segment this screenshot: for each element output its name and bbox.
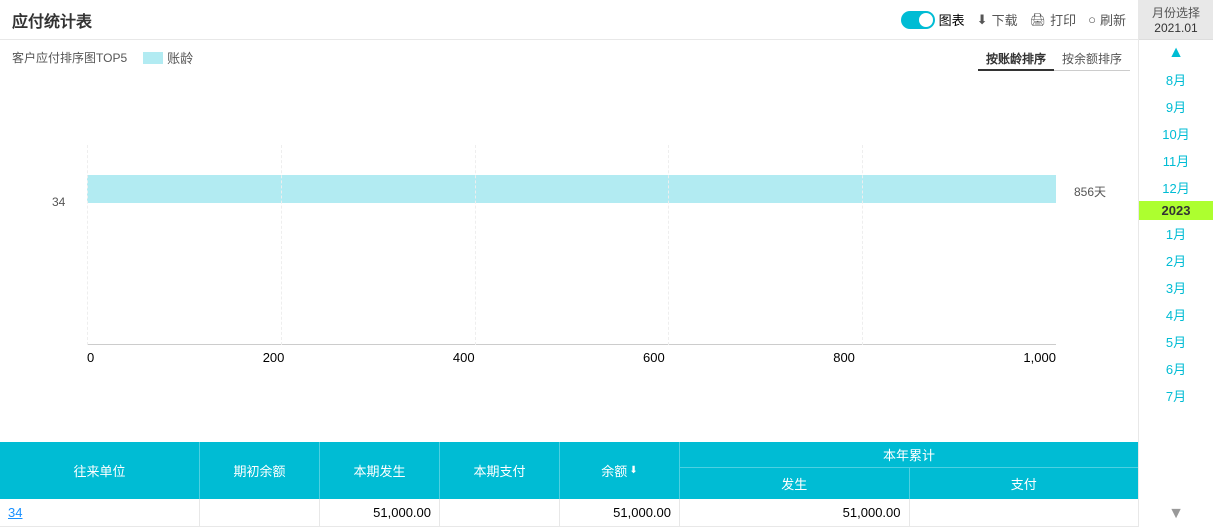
sidebar-month-9[interactable]: 9月 [1139, 93, 1213, 120]
chart-legend-title: 客户应付排序图TOP5 [12, 49, 127, 66]
th-year-occur: 发生 [680, 468, 910, 499]
sidebar-header: 月份选择 2021.01 [1139, 0, 1213, 40]
table-section: 往来单位 期初余额 本期发生 本期支付 余额 ⬇ [0, 442, 1138, 527]
grid-line-800 [862, 145, 863, 345]
sort-tabs: 按账龄排序 按余额排序 [978, 48, 1130, 71]
print-label: 打印 [1050, 10, 1076, 29]
table-header: 往来单位 期初余额 本期发生 本期支付 余额 ⬇ [0, 442, 1138, 499]
balance-sort-icon: ⬇ [629, 465, 637, 476]
td-pay [440, 499, 560, 526]
x-label-0: 0 [87, 350, 94, 365]
sidebar-month-6[interactable]: 6月 [1139, 355, 1213, 382]
sidebar-month-7[interactable]: 7月 [1139, 382, 1213, 409]
chart-toggle[interactable]: 图表 [901, 10, 965, 29]
grid-line-200 [281, 145, 282, 345]
chart-section: 客户应付排序图TOP5 账龄 按账龄排序 按余额排序 34 856天 [0, 40, 1138, 527]
sidebar-month-11[interactable]: 11月 [1139, 147, 1213, 174]
x-label-800: 800 [833, 350, 855, 365]
toggle-label: 图表 [939, 10, 965, 29]
td-period [200, 499, 320, 526]
th-year-header: 本年累计 [680, 442, 1138, 468]
table-row: 34 51,000.00 51,000.00 51,00 [0, 499, 1138, 527]
scroll-down-button[interactable]: ▼ [1139, 501, 1213, 527]
sort-tab-age[interactable]: 按账龄排序 [978, 48, 1054, 71]
refresh-label: 刷新 [1100, 10, 1126, 29]
scroll-up-button[interactable]: ▲ [1139, 40, 1213, 66]
sidebar-month-4[interactable]: 4月 [1139, 301, 1213, 328]
x-label-600: 600 [643, 350, 665, 365]
sidebar-month-12[interactable]: 12月 [1139, 174, 1213, 201]
th-year-subs: 发生 支付 [680, 468, 1138, 499]
td-balance: 51,000.00 [560, 499, 680, 526]
page-header: 应付统计表 图表 ⬇ 下载 🖨 打印 ○ 刷新 [0, 0, 1138, 40]
th-year-pay: 支付 [910, 468, 1139, 499]
chart-area: 34 856天 0 200 400 600 800 1,000 [22, 75, 1116, 375]
download-label: 下载 [992, 10, 1018, 29]
th-balance: 余额 ⬇ [560, 442, 680, 499]
x-label-400: 400 [453, 350, 475, 365]
th-pay: 本期支付 [440, 442, 560, 499]
sort-tab-balance[interactable]: 按余额排序 [1054, 48, 1130, 71]
refresh-button[interactable]: ○ 刷新 [1088, 10, 1126, 29]
sidebar-month-8[interactable]: 8月 [1139, 66, 1213, 93]
sidebar-month-1[interactable]: 1月 [1139, 220, 1213, 247]
th-unit: 往来单位 [0, 442, 200, 499]
td-year-pay [910, 499, 1139, 526]
sidebar-date: 2021.01 [1152, 21, 1200, 35]
x-label-200: 200 [263, 350, 285, 365]
td-occur: 51,000.00 [320, 499, 440, 526]
chart-legend: 客户应付排序图TOP5 账龄 [12, 48, 1126, 67]
bar-y-label: 34 [52, 195, 65, 209]
td-unit[interactable]: 34 [0, 499, 200, 526]
bar-value: 856天 [1074, 183, 1106, 200]
page-title: 应付统计表 [12, 8, 92, 32]
sidebar-year-label: 2023 [1139, 201, 1213, 220]
sidebar-title: 月份选择 [1152, 4, 1200, 21]
th-occur: 本期发生 [320, 442, 440, 499]
print-icon: 🖨 [1030, 12, 1047, 28]
td-year-occur: 51,000.00 [680, 499, 910, 526]
refresh-icon: ○ [1088, 12, 1096, 27]
x-label-1000: 1,000 [1023, 350, 1056, 365]
sidebar-month-3[interactable]: 3月 [1139, 274, 1213, 301]
th-year-group: 本年累计 发生 支付 [680, 442, 1138, 499]
legend-age-item: 账龄 [143, 48, 193, 67]
download-icon: ⬇ [977, 12, 988, 28]
sidebar-month-5[interactable]: 5月 [1139, 328, 1213, 355]
sidebar-months: 8月 9月 10月 11月 12月 2023 1月 2月 3月 4月 5月 6月… [1139, 66, 1213, 409]
header-actions: 图表 ⬇ 下载 🖨 打印 ○ 刷新 [901, 10, 1126, 29]
toggle-switch[interactable] [901, 11, 935, 29]
print-button[interactable]: 🖨 打印 [1030, 10, 1077, 29]
grid-line-400 [475, 145, 476, 345]
grid-line-0 [87, 145, 88, 345]
sidebar-month-2[interactable]: 2月 [1139, 247, 1213, 274]
sidebar: 月份选择 2021.01 ▲ 8月 9月 10月 11月 12月 2023 1月… [1138, 0, 1213, 527]
grid-line-600 [668, 145, 669, 345]
th-period: 期初余额 [200, 442, 320, 499]
legend-age-label: 账龄 [167, 48, 193, 67]
legend-age-color [143, 52, 163, 64]
x-axis: 0 200 400 600 800 1,000 [87, 350, 1056, 365]
grid-lines [87, 145, 1056, 345]
download-button[interactable]: ⬇ 下载 [977, 10, 1018, 29]
sidebar-month-10[interactable]: 10月 [1139, 120, 1213, 147]
